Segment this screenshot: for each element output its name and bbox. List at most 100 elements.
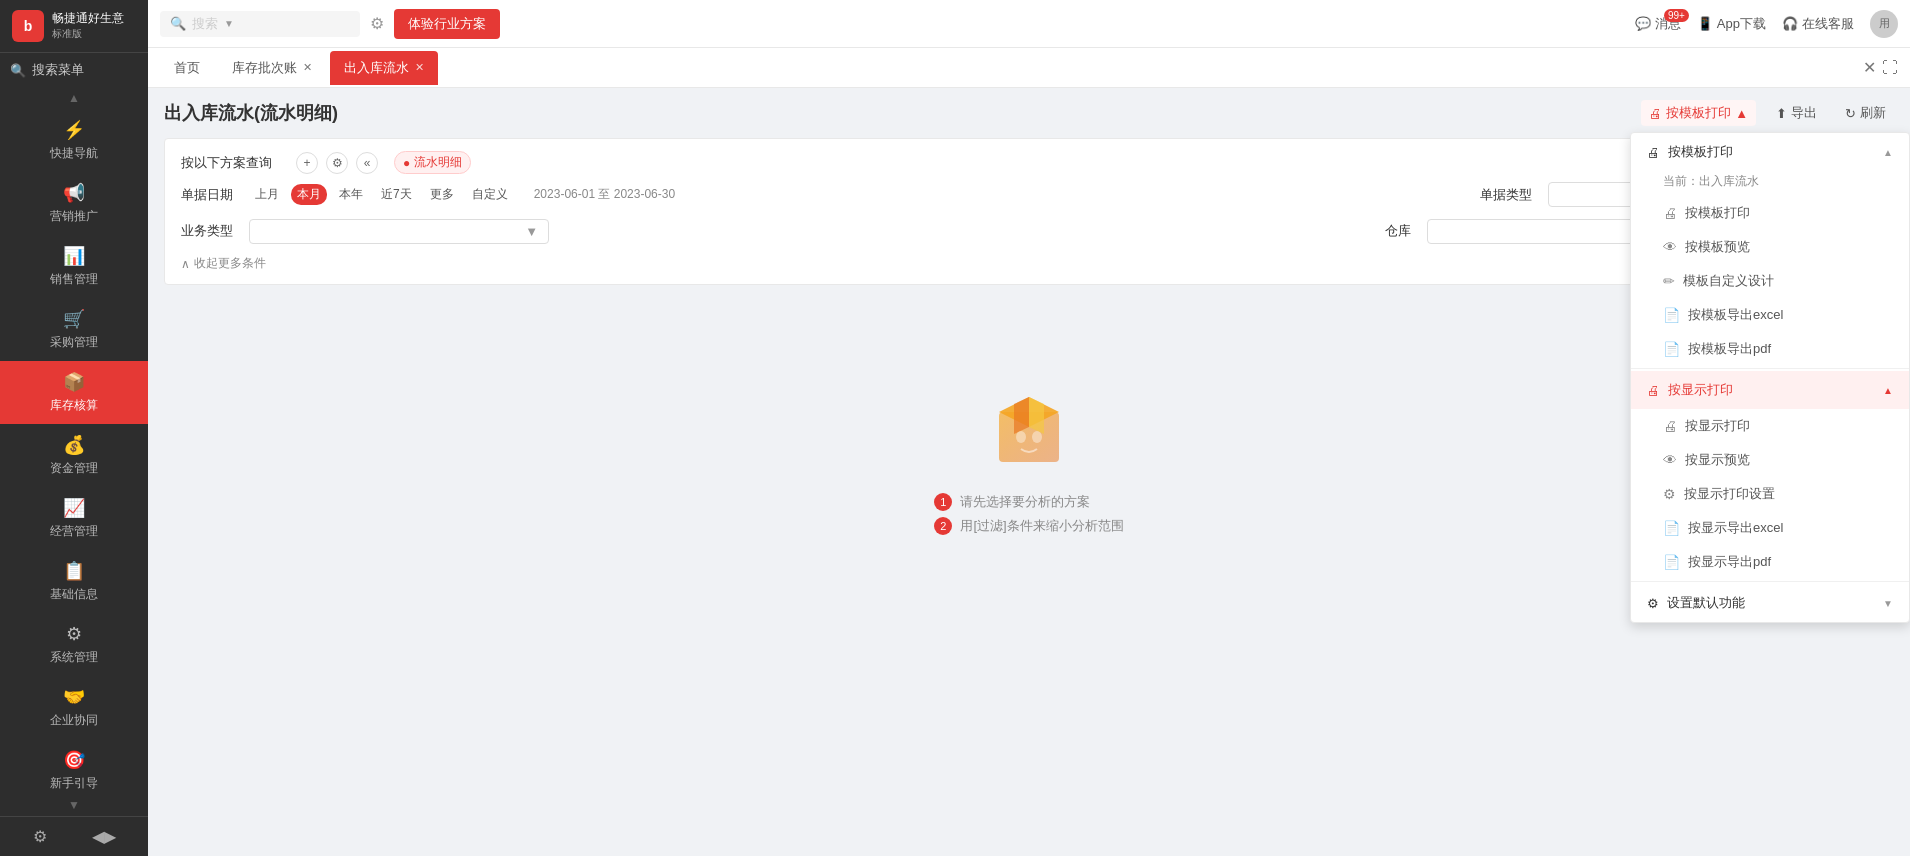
header-gear-icon[interactable]: ⚙ — [370, 14, 384, 33]
scroll-down-arrow[interactable]: ▼ — [66, 796, 82, 814]
filter-row-1: 按以下方案查询 + ⚙ « ● 流水明细 — [181, 151, 1877, 174]
empty-step-2: 2 用[过滤]条件来缩小分析范围 — [934, 517, 1123, 535]
dropdown-item-template-print[interactable]: 🖨 按模板打印 — [1631, 196, 1909, 230]
add-filter-btn[interactable]: + — [296, 152, 318, 174]
svg-point-4 — [1016, 431, 1026, 443]
refresh-btn[interactable]: ↻ 刷新 — [1837, 100, 1894, 126]
sidebar-item-cooperation[interactable]: 🤝 企业协同 — [0, 676, 148, 739]
dropdown-item-display-export-pdf[interactable]: 📄 按显示导出pdf — [1631, 545, 1909, 579]
date-shortcut-上月[interactable]: 上月 — [249, 184, 285, 205]
app-name: 畅捷通好生意 — [52, 11, 124, 27]
business-type-label: 业务类型 — [181, 222, 233, 240]
business-type-select[interactable]: ▼ — [249, 219, 549, 244]
dropdown-item-template-preview[interactable]: 👁 按模板预览 — [1631, 230, 1909, 264]
di-label-display-export-pdf: 按显示导出pdf — [1688, 553, 1771, 571]
online-service-btn[interactable]: 🎧 在线客服 — [1782, 15, 1854, 33]
export-btn[interactable]: ⬆ 导出 — [1768, 100, 1825, 126]
dropdown-item-template-customize[interactable]: ✏ 模板自定义设计 — [1631, 264, 1909, 298]
date-shortcut-本月[interactable]: 本月 — [291, 184, 327, 205]
date-label: 单据日期 — [181, 186, 233, 204]
filter-settings-btn[interactable]: ⚙ — [326, 152, 348, 174]
app-logo: b 畅捷通好生意 标准版 — [0, 0, 148, 53]
sidebar-label-inventory: 库存核算 — [50, 397, 98, 414]
tab-home[interactable]: 首页 — [160, 51, 214, 85]
collapse-up-icon: ∧ — [181, 257, 190, 271]
tab-label-batch-account: 库存批次账 — [232, 59, 297, 77]
tab-inout-flow[interactable]: 出入库流水✕ — [330, 51, 438, 85]
print-icon: 🖨 — [1649, 106, 1662, 121]
search-icon: 🔍 — [10, 63, 26, 78]
date-shortcut-本年[interactable]: 本年 — [333, 184, 369, 205]
di-label-display-preview: 按显示预览 — [1685, 451, 1750, 469]
sidebar-item-sales[interactable]: 📊 销售管理 — [0, 235, 148, 298]
avatar[interactable]: 用 — [1870, 10, 1898, 38]
default-section-icon: ⚙ — [1647, 596, 1659, 611]
sidebar-icon-sales: 📊 — [63, 245, 85, 267]
sidebar-icon-marketing: 📢 — [63, 182, 85, 204]
close-window-btn[interactable]: ✕ — [1863, 58, 1876, 77]
collapse-more-btn[interactable]: ∧ 收起更多条件 — [181, 255, 1877, 272]
search-dropdown-arrow[interactable]: ▼ — [224, 18, 234, 29]
date-shortcut-更多[interactable]: 更多 — [424, 184, 460, 205]
tab-batch-account[interactable]: 库存批次账 ✕ — [218, 51, 326, 85]
collapse-more-label: 收起更多条件 — [194, 255, 266, 272]
filter-collapse-btn[interactable]: « — [356, 152, 378, 174]
doc-type-label: 单据类型 — [1480, 186, 1532, 204]
search-menu-btn[interactable]: 🔍 搜索菜单 — [0, 53, 148, 87]
filter-actions: + ⚙ « — [296, 152, 378, 174]
date-shortcut-近7天[interactable]: 近7天 — [375, 184, 418, 205]
print-template-label: 按模板打印 — [1666, 104, 1731, 122]
sidebar-item-system[interactable]: ⚙ 系统管理 — [0, 613, 148, 676]
dropdown-item-display-print-settings[interactable]: ⚙ 按显示打印设置 — [1631, 477, 1909, 511]
message-badge: 99+ — [1664, 9, 1689, 22]
di-label-template-export-pdf: 按模板导出pdf — [1688, 340, 1771, 358]
sidebar-item-base-info[interactable]: 📋 基础信息 — [0, 550, 148, 613]
header-search-bar[interactable]: 🔍 搜索 ▼ — [160, 11, 360, 37]
app-download-btn[interactable]: 📱 App下载 — [1697, 15, 1766, 33]
di-label-template-print: 按模板打印 — [1685, 204, 1750, 222]
message-btn[interactable]: 💬 消息 99+ — [1635, 15, 1681, 33]
scroll-up-arrow[interactable]: ▲ — [66, 89, 82, 107]
dropdown-item-template-export-excel[interactable]: 📄 按模板导出excel — [1631, 298, 1909, 332]
sidebar-item-inventory[interactable]: 📦 库存核算 — [0, 361, 148, 424]
collapse-footer-btn[interactable]: ◀▶ — [92, 827, 116, 846]
dropdown-item-template-export-pdf[interactable]: 📄 按模板导出pdf — [1631, 332, 1909, 366]
fullscreen-btn[interactable]: ⛶ — [1882, 59, 1898, 77]
sidebar-item-quick-nav[interactable]: ⚡ 快捷导航 — [0, 109, 148, 172]
settings-footer-btn[interactable]: ⚙ — [33, 827, 47, 846]
trial-btn[interactable]: 体验行业方案 — [394, 9, 500, 39]
sidebar-item-finance[interactable]: 💰 资金管理 — [0, 424, 148, 487]
tab-close-batch-account[interactable]: ✕ — [303, 61, 312, 74]
app-badge: 标准版 — [52, 27, 124, 41]
print-template-btn[interactable]: 🖨 按模板打印 ▲ — [1641, 100, 1756, 126]
di-icon-template-export-pdf: 📄 — [1663, 341, 1680, 357]
sidebar-item-guide[interactable]: 🎯 新手引导 — [0, 739, 148, 794]
search-bar-icon: 🔍 — [170, 16, 186, 31]
di-icon-display-preview: 👁 — [1663, 452, 1677, 468]
print-chevron-up: ▲ — [1735, 106, 1748, 121]
empty-step-1: 1 请先选择要分析的方案 — [934, 493, 1123, 511]
page-header: 出入库流水(流水明细) 🖨 按模板打印 ▲ ⬆ 导出 ↻ 刷新 — [164, 100, 1894, 126]
header-actions: 💬 消息 99+ 📱 App下载 🎧 在线客服 用 — [1635, 10, 1898, 38]
template-print-section-icon: 🖨 — [1647, 145, 1660, 160]
template-print-section-header[interactable]: 🖨 按模板打印 ▲ — [1631, 133, 1909, 171]
sidebar-footer: ⚙ ◀▶ — [0, 816, 148, 856]
export-label: 导出 — [1791, 104, 1817, 122]
dropdown-item-display-print[interactable]: 🖨 按显示打印 — [1631, 409, 1909, 443]
sidebar-icon-system: ⚙ — [66, 623, 82, 645]
di-icon-display-print-settings: ⚙ — [1663, 486, 1676, 502]
tab-close-inout-flow[interactable]: ✕ — [415, 61, 424, 74]
date-shortcut-自定义[interactable]: 自定义 — [466, 184, 514, 205]
display-print-section-header[interactable]: 🖨 按显示打印 ▲ — [1631, 371, 1909, 409]
sidebar-item-purchase[interactable]: 🛒 采购管理 — [0, 298, 148, 361]
print-dropdown-panel: 🖨 按模板打印 ▲ 当前：出入库流水 🖨 按模板打印 👁 按模板预览 ✏ 模板自… — [1630, 132, 1910, 623]
dropdown-item-display-export-excel[interactable]: 📄 按显示导出excel — [1631, 511, 1909, 545]
sidebar-item-marketing[interactable]: 📢 营销推广 — [0, 172, 148, 235]
default-section-header[interactable]: ⚙ 设置默认功能 ▼ — [1631, 584, 1909, 622]
template-section-arrow: ▲ — [1883, 147, 1893, 158]
display-print-section-icon: 🖨 — [1647, 383, 1660, 398]
sidebar-label-marketing: 营销推广 — [50, 208, 98, 225]
sidebar-item-operations[interactable]: 📈 经营管理 — [0, 487, 148, 550]
headset-icon: 🎧 — [1782, 16, 1798, 31]
dropdown-item-display-preview[interactable]: 👁 按显示预览 — [1631, 443, 1909, 477]
